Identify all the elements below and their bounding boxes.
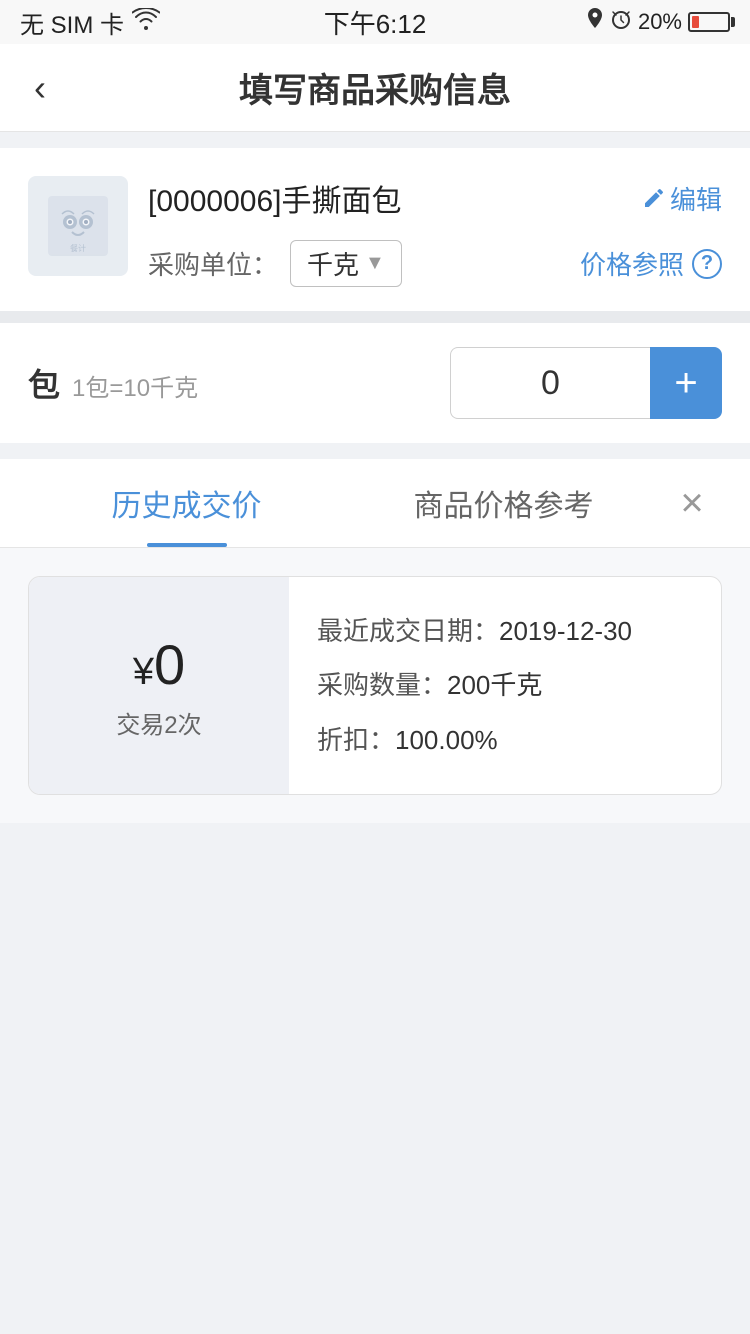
product-info: [0000006]手撕面包 编辑 采购单位： 千克 ▼ 价格: [148, 176, 722, 287]
recent-date-row: 最近成交日期：2019-12-30: [317, 613, 693, 649]
price-value: 0: [154, 633, 185, 696]
unit-row: 采购单位： 千克 ▼ 价格参照 ?: [148, 240, 722, 287]
transaction-card: ¥0 交易2次 最近成交日期：2019-12-30 采购数量：200千克 折扣：…: [28, 576, 722, 795]
location-icon: [586, 8, 604, 36]
transaction-count: 交易2次: [116, 705, 201, 740]
bag-label: 包: [28, 360, 60, 406]
discount-value: 100.00%: [395, 725, 498, 755]
bottom-sheet: 历史成交价 商品价格参考 × ¥0 交易2次 最近成交日期：2019-12-30: [0, 459, 750, 823]
quantity-detail-label: 采购数量：: [317, 670, 447, 700]
tab-product-reference[interactable]: 商品价格参考: [345, 459, 662, 547]
tab-history-price[interactable]: 历史成交价: [28, 459, 345, 547]
tabs-row: 历史成交价 商品价格参考 ×: [0, 459, 750, 548]
help-icon: ?: [692, 249, 722, 279]
product-full-name: [0000006]手撕面包: [148, 176, 401, 220]
transaction-right: 最近成交日期：2019-12-30 采购数量：200千克 折扣：100.00%: [289, 577, 721, 794]
carrier-text: 无 SIM 卡: [20, 5, 124, 40]
section-divider: [0, 311, 750, 323]
transaction-left: ¥0 交易2次: [29, 577, 289, 794]
bag-equiv: 1包=10千克: [72, 368, 198, 403]
battery-percent: 20%: [638, 9, 682, 35]
unit-value: 千克: [307, 245, 359, 282]
dropdown-chevron-icon: ▼: [365, 252, 385, 275]
product-row: 餐计 [0000006]手撕面包 编辑 采购单位： 千克 ▼: [28, 176, 722, 287]
discount-label: 折扣：: [317, 725, 395, 755]
quantity-field[interactable]: 0: [450, 347, 650, 419]
close-button[interactable]: ×: [662, 473, 722, 533]
page-title: 填写商品采购信息: [239, 63, 511, 112]
transaction-price: ¥0: [133, 632, 185, 697]
quantity-input-group: 0 +: [450, 347, 722, 419]
alarm-icon: [610, 8, 632, 36]
price-ref-label: 价格参照: [580, 245, 684, 282]
status-bar: 无 SIM 卡 下午6:12 20%: [0, 0, 750, 44]
tab-history-label: 历史成交价: [112, 481, 262, 525]
tab-active-underline: [147, 543, 227, 547]
recent-date-value: 2019-12-30: [499, 616, 632, 646]
nav-bar: ‹ 填写商品采购信息: [0, 44, 750, 132]
back-button[interactable]: ‹: [24, 57, 56, 119]
content-area: ¥0 交易2次 最近成交日期：2019-12-30 采购数量：200千克 折扣：…: [0, 548, 750, 823]
status-time: 下午6:12: [324, 4, 427, 41]
quantity-plus-button[interactable]: +: [650, 347, 722, 419]
edit-button[interactable]: 编辑: [642, 180, 722, 217]
battery-icon: [688, 12, 730, 32]
quantity-section: 包 1包=10千克 0 +: [0, 323, 750, 443]
wifi-icon: [132, 8, 160, 37]
discount-row: 折扣：100.00%: [317, 722, 693, 758]
quantity-value: 0: [541, 364, 560, 403]
tab-reference-label: 商品价格参考: [414, 481, 594, 525]
status-right: 20%: [586, 8, 730, 36]
yen-symbol: ¥: [133, 651, 154, 693]
product-card: 餐计 [0000006]手撕面包 编辑 采购单位： 千克 ▼: [0, 148, 750, 311]
quantity-row: 采购数量：200千克: [317, 667, 693, 703]
status-left: 无 SIM 卡: [20, 5, 160, 40]
recent-date-label: 最近成交日期：: [317, 616, 499, 646]
unit-select[interactable]: 千克 ▼: [290, 240, 402, 287]
product-name-row: [0000006]手撕面包 编辑: [148, 176, 722, 220]
edit-label: 编辑: [670, 180, 722, 217]
price-reference-button[interactable]: 价格参照 ?: [580, 245, 722, 282]
battery-fill: [692, 16, 699, 28]
svg-text:餐计: 餐计: [70, 243, 86, 253]
quantity-detail-value: 200千克: [447, 670, 542, 700]
quantity-label: 包 1包=10千克: [28, 360, 198, 406]
unit-label: 采购单位：: [148, 245, 278, 282]
edit-icon: [642, 186, 666, 210]
product-image: 餐计: [28, 176, 128, 276]
